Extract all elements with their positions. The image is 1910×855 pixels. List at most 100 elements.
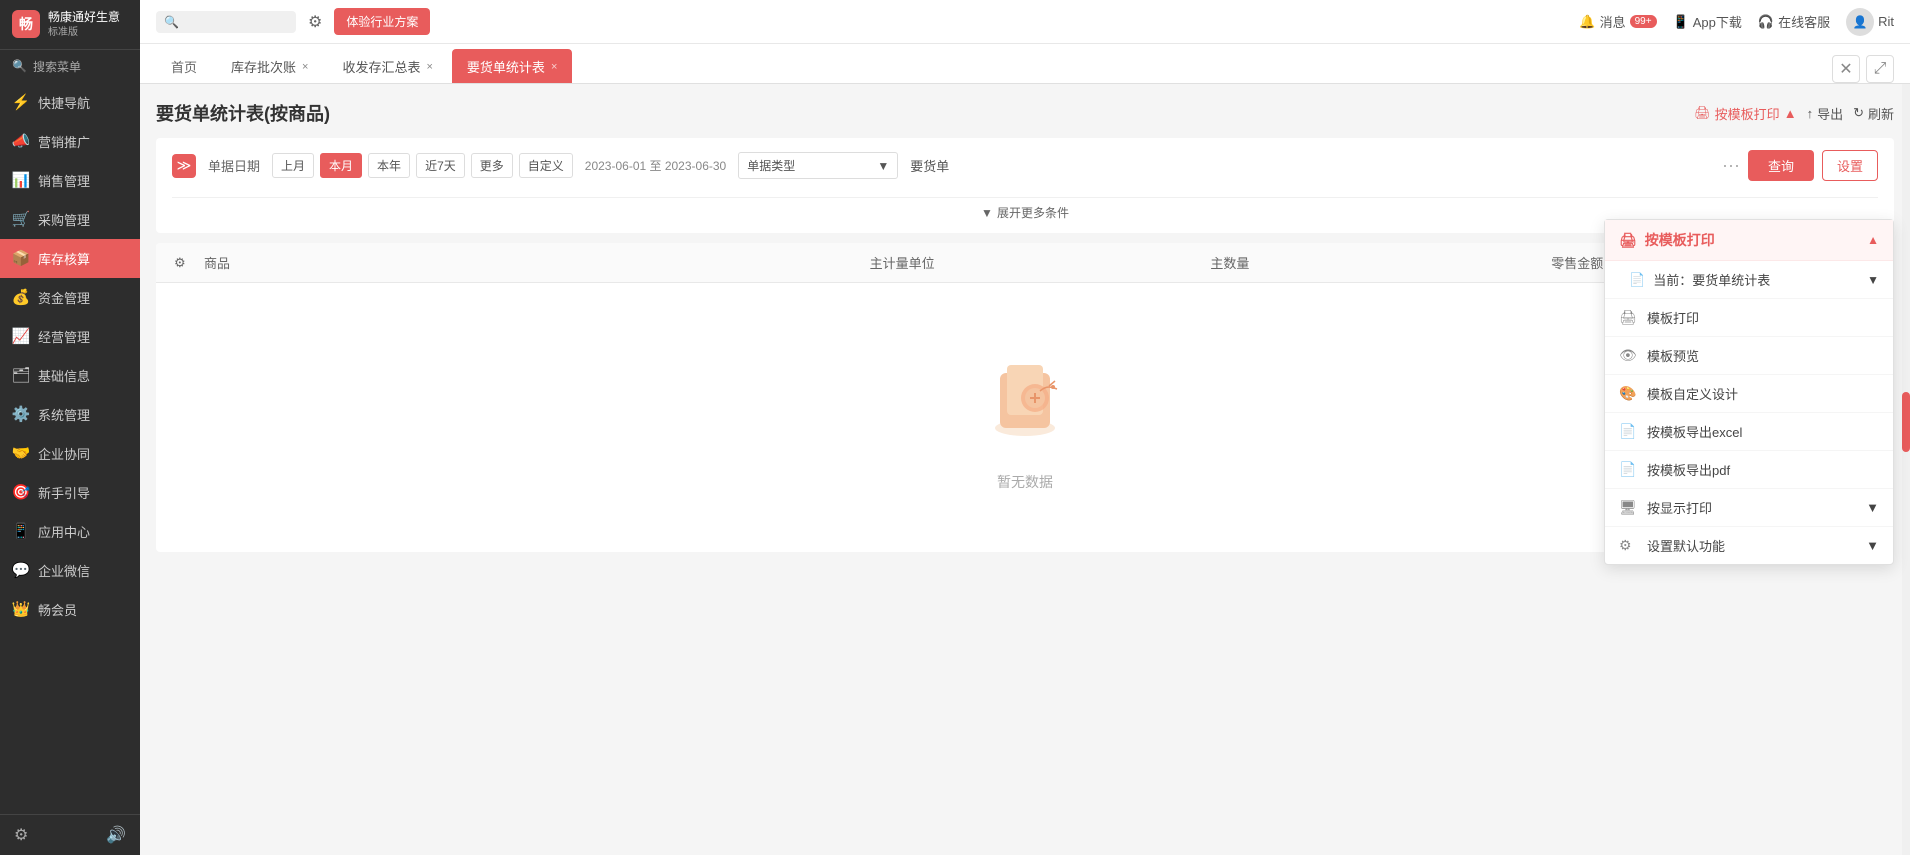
- date-last-7-days-button[interactable]: 近7天: [416, 153, 465, 178]
- sidebar-item-label: 营销推广: [38, 132, 90, 151]
- sidebar-item-guide[interactable]: 🎯 新手引导: [0, 473, 140, 512]
- topbar: 🔍 ⚙ 体验行业方案 🔔 消息 99+ 📱 App下载 🎧 在线客服 👤 Rit: [140, 0, 1910, 44]
- template-print-label: 模板打印: [1647, 308, 1699, 327]
- template-design-icon: 🎨: [1619, 385, 1637, 402]
- sidebar-item-member[interactable]: 👑 畅会员: [0, 590, 140, 629]
- date-more-button[interactable]: 更多: [471, 153, 513, 178]
- tab-inventory-batch[interactable]: 库存批次账 ×: [216, 49, 323, 83]
- printer-icon: 🖨: [1694, 105, 1711, 121]
- sidebar-item-sales[interactable]: 📊 销售管理: [0, 161, 140, 200]
- order-type-select[interactable]: 单据类型 ▼: [738, 152, 898, 179]
- tab-close-inventory-batch[interactable]: ×: [302, 61, 308, 73]
- more-options-icon[interactable]: ···: [1722, 155, 1740, 176]
- footer-speaker-icon[interactable]: 🔊: [106, 825, 126, 845]
- settings-button[interactable]: 设置: [1822, 150, 1878, 181]
- dropdown-item-export-excel[interactable]: 📄 按模板导出excel: [1605, 413, 1893, 451]
- refresh-button[interactable]: ↻ 刷新: [1853, 104, 1894, 123]
- th-settings[interactable]: ⚙: [166, 255, 196, 271]
- quick-nav-icon: ⚡: [12, 93, 30, 111]
- sidebar-item-apps[interactable]: 📱 应用中心: [0, 512, 140, 551]
- sidebar-item-cooperation[interactable]: 🤝 企业协同: [0, 434, 140, 473]
- footer-settings-icon[interactable]: ⚙: [14, 825, 28, 845]
- search-icon: 🔍: [12, 59, 27, 73]
- date-last-month-button[interactable]: 上月: [272, 153, 314, 178]
- display-print-left: 🖥 按显示打印: [1619, 498, 1712, 517]
- topbar-search-box[interactable]: 🔍: [156, 11, 296, 33]
- tab-close-receivable-summary[interactable]: ×: [426, 61, 432, 73]
- order-stats-tab-label: 要货单统计表: [467, 57, 545, 76]
- sidebar-item-system[interactable]: ⚙️ 系统管理: [0, 395, 140, 434]
- sidebar-item-operations[interactable]: 📈 经营管理: [0, 317, 140, 356]
- tab-maximize-button[interactable]: ⤢: [1866, 55, 1894, 83]
- sidebar-item-label: 采购管理: [38, 210, 90, 229]
- print-template-label: 按模板打印: [1715, 104, 1780, 123]
- tab-receivable-summary[interactable]: 收发存汇总表 ×: [327, 49, 447, 83]
- wechat-icon: 💬: [12, 561, 30, 579]
- system-icon: ⚙️: [12, 405, 30, 423]
- date-group: 上月 本月 本年 近7天 更多 自定义: [272, 153, 573, 178]
- expand-more-button[interactable]: ▼ 展开更多条件: [981, 204, 1069, 221]
- dropdown-item-template-preview[interactable]: 👁 模板预览: [1605, 337, 1893, 375]
- notification-item[interactable]: 🔔 消息 99+: [1579, 12, 1656, 31]
- app-badge: 标准版: [48, 26, 120, 39]
- sidebar-nav: ⚡ 快捷导航 📣 营销推广 📊 销售管理 🛒 采购管理 📦 库存核算 💰 资金管…: [0, 83, 140, 814]
- query-button[interactable]: 查询: [1748, 150, 1814, 181]
- sidebar-item-quick-nav[interactable]: ⚡ 快捷导航: [0, 83, 140, 122]
- sidebar-item-finance[interactable]: 💰 资金管理: [0, 278, 140, 317]
- dropdown-chevron-icon: ▲: [1867, 233, 1879, 247]
- user-avatar-item[interactable]: 👤 Rit: [1846, 8, 1894, 36]
- sidebar-item-label: 畅会员: [38, 600, 77, 619]
- sidebar-item-label: 资金管理: [38, 288, 90, 307]
- logo-text: 畅康通好生意 标准版: [48, 10, 120, 39]
- sidebar-item-wechat[interactable]: 💬 企业微信: [0, 551, 140, 590]
- sidebar-search[interactable]: 🔍 搜索菜单: [0, 50, 140, 83]
- right-scrollbar[interactable]: [1902, 84, 1910, 855]
- industry-solution-button[interactable]: 体验行业方案: [334, 8, 430, 35]
- dropdown-header[interactable]: 🖨 按模板打印 ▲: [1605, 220, 1893, 261]
- tab-close-button[interactable]: ✕: [1832, 55, 1860, 83]
- export-button[interactable]: ↑ 导出: [1807, 104, 1844, 123]
- dropdown-item-template-design[interactable]: 🎨 模板自定义设计: [1605, 375, 1893, 413]
- print-template-button[interactable]: 🖨 按模板打印 ▲: [1694, 104, 1796, 123]
- export-icon: ↑: [1807, 106, 1814, 121]
- date-range-display: 2023-06-01 至 2023-06-30: [585, 157, 726, 174]
- page-title: 要货单统计表(按商品): [156, 100, 330, 126]
- content-area: 要货单统计表(按商品) 🖨 按模板打印 ▲ ↑ 导出 ↻ 刷新 ≫: [140, 84, 1910, 855]
- operations-icon: 📈: [12, 327, 30, 345]
- tab-close-order-stats[interactable]: ×: [551, 61, 557, 73]
- filter-expand-button[interactable]: ≫: [172, 154, 196, 178]
- tab-order-stats[interactable]: 要货单统计表 ×: [452, 49, 572, 83]
- notification-label: 消息: [1600, 12, 1626, 31]
- dropdown-item-export-pdf[interactable]: 📄 按模板导出pdf: [1605, 451, 1893, 489]
- sidebar-item-purchase[interactable]: 🛒 采购管理: [0, 200, 140, 239]
- dropdown-current-item[interactable]: 📄 当前：要货单统计表 ▼: [1605, 261, 1893, 299]
- empty-text: 暂无数据: [997, 472, 1053, 492]
- sidebar-item-inventory[interactable]: 📦 库存核算: [0, 239, 140, 278]
- online-service-label: 在线客服: [1778, 12, 1830, 31]
- sidebar-item-basic[interactable]: 🗂 基础信息: [0, 356, 140, 395]
- sidebar-item-label: 经营管理: [38, 327, 90, 346]
- online-service-item[interactable]: 🎧 在线客服: [1758, 12, 1830, 31]
- dropdown-item-default-func[interactable]: ⚙ 设置默认功能 ▼: [1605, 527, 1893, 564]
- order-type-label: 单据类型: [747, 157, 795, 174]
- notification-badge: 99+: [1630, 15, 1657, 28]
- inventory-icon: 📦: [12, 249, 30, 267]
- template-print-icon: 🖨: [1619, 309, 1637, 326]
- topbar-gear-icon[interactable]: ⚙: [308, 12, 322, 32]
- dropdown-title: 按模板打印: [1645, 230, 1715, 250]
- date-this-year-button[interactable]: 本年: [368, 153, 410, 178]
- export-excel-icon: 📄: [1619, 423, 1637, 440]
- page-actions: 🖨 按模板打印 ▲ ↑ 导出 ↻ 刷新: [1694, 104, 1894, 123]
- sidebar-item-label: 销售管理: [38, 171, 90, 190]
- basic-icon: 🗂: [12, 366, 30, 384]
- sidebar-item-marketing[interactable]: 📣 营销推广: [0, 122, 140, 161]
- date-custom-button[interactable]: 自定义: [519, 153, 573, 178]
- date-this-month-button[interactable]: 本月: [320, 153, 362, 178]
- dropdown-item-display-print[interactable]: 🖥 按显示打印 ▼: [1605, 489, 1893, 527]
- cooperation-icon: 🤝: [12, 444, 30, 462]
- tab-home[interactable]: 首页: [156, 49, 212, 83]
- dropdown-item-template-print[interactable]: 🖨 模板打印: [1605, 299, 1893, 337]
- th-qty: 主数量: [1202, 253, 1543, 272]
- app-download-item[interactable]: 📱 App下载: [1673, 12, 1742, 31]
- refresh-label: 刷新: [1868, 104, 1894, 123]
